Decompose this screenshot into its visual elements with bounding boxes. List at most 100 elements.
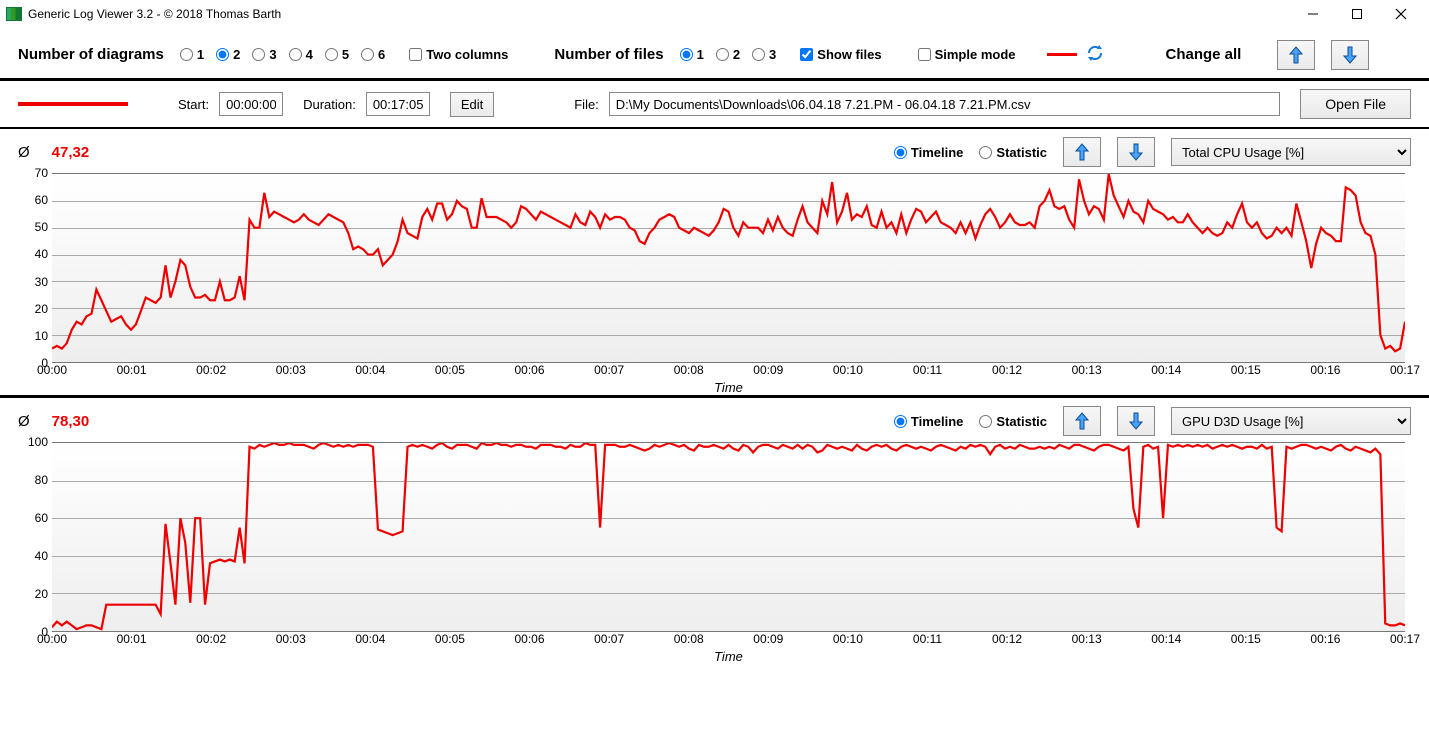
x-tick: 00:06 [515,363,545,377]
start-input[interactable] [219,92,283,116]
y-tick: 60 [12,193,48,207]
metric-select[interactable]: GPU D3D Usage [%] [1171,407,1411,435]
show-files-checkbox[interactable]: Show files [800,47,881,62]
x-tick: 00:03 [276,363,306,377]
x-tick: 00:14 [1151,363,1181,377]
avg-symbol: Ø [18,413,30,430]
series-legend-swatch [18,102,128,106]
chart-area[interactable]: 01020304050607000:0000:0100:0200:0300:04… [12,173,1417,393]
file-path-input[interactable] [609,92,1281,116]
x-tick: 00:11 [913,632,942,646]
radio-option-4[interactable]: 4 [289,47,313,62]
move-up-button[interactable] [1063,406,1101,436]
file-label: File: [574,97,599,112]
timeline-radio[interactable]: Timeline [894,145,964,160]
radio-option-1[interactable]: 1 [180,47,204,62]
x-axis-label: Time [714,649,743,664]
metric-select[interactable]: Total CPU Usage [%] [1171,138,1411,166]
move-down-button[interactable] [1117,137,1155,167]
x-tick: 00:08 [674,632,704,646]
x-tick: 00:13 [1072,632,1102,646]
maximize-button[interactable] [1335,0,1379,28]
move-down-button[interactable] [1117,406,1155,436]
close-button[interactable] [1379,0,1423,28]
x-tick: 00:02 [196,363,226,377]
radio-option-3[interactable]: 3 [252,47,276,62]
statistic-radio[interactable]: Statistic [979,145,1047,160]
x-tick: 00:08 [674,363,704,377]
x-tick: 00:07 [594,363,624,377]
change-all-label: Change all [1166,46,1242,63]
duration-input[interactable] [366,92,430,116]
minimize-button[interactable] [1291,0,1335,28]
avg-value: 47,32 [52,144,90,161]
radio-option-5[interactable]: 5 [325,47,349,62]
x-tick: 00:15 [1231,363,1261,377]
y-tick: 60 [12,511,48,525]
x-tick: 00:05 [435,632,465,646]
radio-option-2[interactable]: 2 [716,47,740,62]
app-icon [6,7,22,21]
duration-label: Duration: [303,97,356,112]
radio-option-3[interactable]: 3 [752,47,776,62]
x-tick: 00:12 [992,363,1022,377]
statistic-radio[interactable]: Statistic [979,414,1047,429]
x-tick: 00:09 [753,363,783,377]
start-label: Start: [178,97,209,112]
y-tick: 40 [12,247,48,261]
chart-area[interactable]: 02040608010000:0000:0100:0200:0300:0400:… [12,442,1417,662]
avg-symbol: Ø [18,144,30,161]
y-tick: 20 [12,587,48,601]
simple-mode-checkbox[interactable]: Simple mode [918,47,1016,62]
y-tick: 100 [12,435,48,449]
y-tick: 30 [12,275,48,289]
num-diagrams-group: 123456 [180,47,385,62]
edit-button[interactable]: Edit [450,92,494,117]
x-tick: 00:00 [37,363,67,377]
show-files-label: Show files [817,47,881,62]
y-tick: 20 [12,302,48,316]
titlebar: Generic Log Viewer 3.2 - © 2018 Thomas B… [0,0,1429,28]
toolbar-top: Number of diagrams 123456 Two columns Nu… [0,28,1429,78]
x-tick: 00:01 [117,632,147,646]
radio-option-1[interactable]: 1 [680,47,704,62]
num-files-group: 123 [680,47,777,62]
down-all-button[interactable] [1331,40,1369,70]
x-tick: 00:10 [833,632,863,646]
x-tick: 00:17 [1390,363,1420,377]
radio-option-6[interactable]: 6 [361,47,385,62]
open-file-button[interactable]: Open File [1300,89,1411,119]
window-title: Generic Log Viewer 3.2 - © 2018 Thomas B… [28,7,281,21]
x-tick: 00:15 [1231,632,1261,646]
refresh-icon[interactable] [1085,44,1105,65]
x-tick: 00:09 [753,632,783,646]
move-up-button[interactable] [1063,137,1101,167]
two-columns-checkbox[interactable]: Two columns [409,47,508,62]
radio-option-2[interactable]: 2 [216,47,240,62]
diagram-1: Ø 47,32 Timeline Statistic Total CPU Usa… [0,129,1429,395]
x-axis-label: Time [714,380,743,395]
x-tick: 00:16 [1310,363,1340,377]
timeline-radio[interactable]: Timeline [894,414,964,429]
x-tick: 00:02 [196,632,226,646]
series-color-swatch [1047,53,1077,56]
x-tick: 00:04 [355,632,385,646]
y-tick: 70 [12,166,48,180]
y-tick: 10 [12,329,48,343]
x-tick: 00:13 [1072,363,1102,377]
x-tick: 00:12 [992,632,1022,646]
x-tick: 00:03 [276,632,306,646]
x-tick: 00:01 [117,363,147,377]
x-tick: 00:10 [833,363,863,377]
num-files-label: Number of files [554,46,663,63]
x-tick: 00:07 [594,632,624,646]
y-tick: 80 [12,473,48,487]
up-all-button[interactable] [1277,40,1315,70]
toolbar-file: Start: Duration: Edit File: Open File [0,81,1429,127]
x-tick: 00:06 [515,632,545,646]
x-tick: 00:16 [1310,632,1340,646]
num-diagrams-label: Number of diagrams [18,46,164,63]
x-tick: 00:14 [1151,632,1181,646]
simple-mode-label: Simple mode [935,47,1016,62]
x-tick: 00:04 [355,363,385,377]
